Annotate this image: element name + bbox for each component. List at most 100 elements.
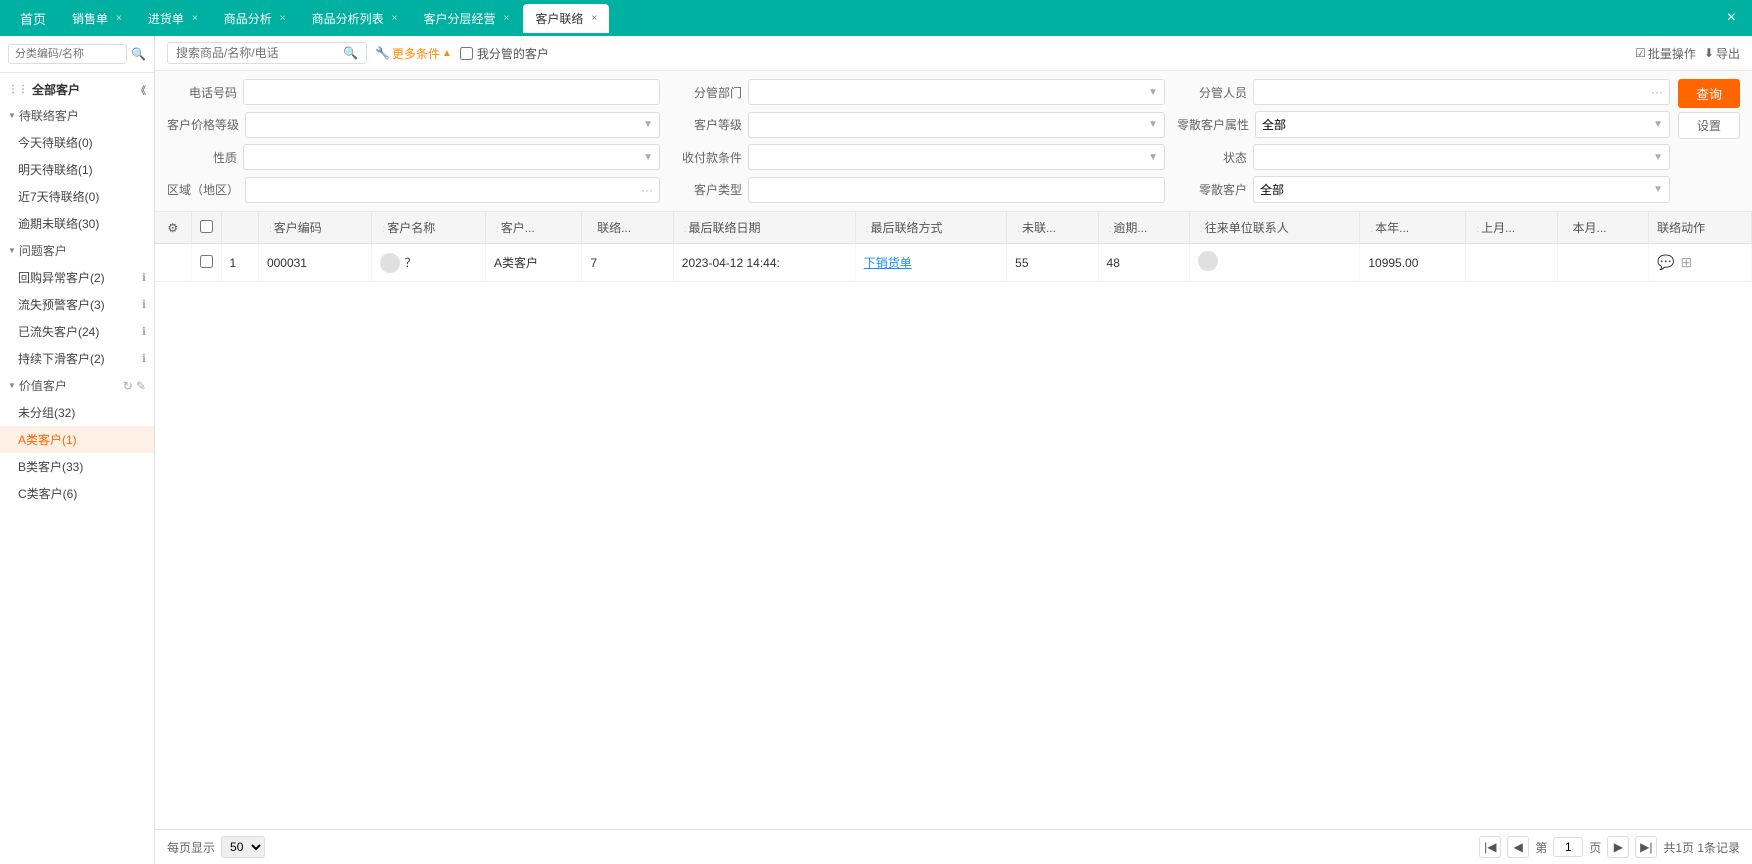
close-contact-tab[interactable]: × (591, 13, 597, 24)
avatar (380, 253, 400, 273)
price-level-select[interactable]: ▼ (245, 112, 660, 138)
close-sales-tab[interactable]: × (116, 13, 122, 24)
first-page-btn[interactable]: |◀ (1479, 836, 1501, 858)
sidebar-item-class-b[interactable]: B类客户(33) (0, 453, 154, 480)
sidebar-item-repurchase-abnormal[interactable]: 回购异常客户(2) ℹ (0, 264, 154, 291)
th-this-year[interactable]: :本年... (1360, 212, 1466, 244)
sidebar-search-input[interactable] (8, 44, 127, 64)
payment-select[interactable]: ▼ (748, 144, 1165, 170)
status-select[interactable]: ▼ (1253, 144, 1670, 170)
th-name[interactable]: :客户名称 (372, 212, 486, 244)
retail-attr-select[interactable]: 全部 ▼ (1255, 111, 1670, 138)
sidebar-item-today[interactable]: 今天待联络(0) (0, 129, 154, 156)
td-this-month (1557, 244, 1648, 282)
setting-button[interactable]: 设置 (1678, 112, 1740, 139)
customer-type-input[interactable] (748, 177, 1165, 203)
sidebar-item-overdue[interactable]: 逾期未联络(30) (0, 210, 154, 237)
close-purchase-tab[interactable]: × (192, 13, 198, 24)
close-all-tabs[interactable]: × (1719, 5, 1744, 31)
sidebar-item-declining[interactable]: 持续下滑客户(2) ℹ (0, 345, 154, 372)
my-customers-checkbox[interactable]: 我分管的客户 (460, 45, 549, 62)
group-problem-customers[interactable]: ▼ 问题客户 (0, 237, 154, 264)
table-area: ⚙ :客户编码 :客户名称 :客户... :联络... :最后联络日期 :最后联… (155, 212, 1752, 829)
nav-tab-customer-segment[interactable]: 客户分层经营 × (411, 4, 521, 33)
sidebar-item-tomorrow[interactable]: 明天待联络(1) (0, 156, 154, 183)
dept-select[interactable]: ▼ (748, 79, 1165, 105)
next-page-btn[interactable]: ▶ (1607, 836, 1629, 858)
my-customers-check[interactable] (460, 47, 473, 60)
row-checkbox[interactable] (200, 255, 213, 268)
filter-row-1: 电话号码 分管部门 ▼ 分管人员 (167, 79, 1670, 105)
filter-search-input[interactable] (176, 46, 339, 60)
filter-price-level: 客户价格等级 ▼ (167, 112, 660, 138)
th-last-contact-method[interactable]: :最后联络方式 (855, 212, 1006, 244)
filter-customer-type: 客户类型 (672, 177, 1165, 203)
qr-icon[interactable]: ⊞ (1681, 254, 1693, 271)
nav-tab-sales[interactable]: 销售单 × (60, 4, 134, 33)
more-conditions-btn[interactable]: 🔧 更多条件 ▲ (375, 45, 452, 62)
th-gear[interactable]: ⚙ (155, 212, 191, 244)
chat-icon[interactable]: 💬 (1657, 254, 1674, 271)
person-input[interactable]: ··· (1253, 79, 1670, 105)
td-check[interactable] (191, 244, 221, 282)
table-row: 1 000031 ？ A类客户 7 2023-04-12 14:44: (155, 244, 1752, 282)
th-last-contact-date[interactable]: :最后联络日期 (673, 212, 855, 244)
filter-customer-level: 客户等级 ▼ (672, 112, 1165, 138)
close-analysis-tab[interactable]: × (280, 13, 286, 24)
th-customer-type[interactable]: :客户... (485, 212, 581, 244)
filter-search-icon[interactable]: 🔍 (343, 46, 358, 60)
th-check[interactable] (191, 212, 221, 244)
th-code[interactable]: :客户编码 (258, 212, 372, 244)
sidebar-item-class-c[interactable]: C类客户(6) (0, 480, 154, 507)
sidebar-search-area: 🔍 (0, 36, 154, 73)
sidebar-collapse-btn[interactable]: 《 (136, 82, 146, 97)
th-this-month[interactable]: :本月... (1557, 212, 1648, 244)
filter-payment: 收付款条件 ▼ (672, 144, 1165, 170)
nav-tab-analysis[interactable]: 商品分析 × (212, 4, 298, 33)
sidebar-search-icon[interactable]: 🔍 (131, 47, 146, 61)
sidebar-item-unclassified[interactable]: 未分组(32) (0, 399, 154, 426)
th-last-month[interactable]: :上月... (1466, 212, 1557, 244)
group-value-customers[interactable]: ▼ 价值客户 ↻ ✎ (0, 372, 154, 399)
th-no-contact[interactable]: :未联... (1007, 212, 1098, 244)
th-unit-contact[interactable]: :往来单位联系人 (1189, 212, 1359, 244)
sidebar-item-7days[interactable]: 近7天待联络(0) (0, 183, 154, 210)
last-page-btn[interactable]: ▶| (1635, 836, 1657, 858)
td-last-contact-method[interactable]: 下销货单 (855, 244, 1006, 282)
nav-tab-purchase[interactable]: 进货单 × (136, 4, 210, 33)
td-customer-type: A类客户 (485, 244, 581, 282)
close-analysis-list-tab[interactable]: × (392, 13, 398, 24)
filter-dept: 分管部门 ▼ (672, 79, 1165, 105)
filter-phone: 电话号码 (167, 79, 660, 105)
customer-level-select[interactable]: ▼ (748, 112, 1165, 138)
info-icon-churned: ℹ (142, 325, 146, 338)
edit-icon[interactable]: ✎ (136, 379, 146, 393)
filter-actions: ☑ 批量操作 ⬇ 导出 (1635, 45, 1740, 62)
group-pending-contact[interactable]: ▼ 待联络客户 (0, 102, 154, 129)
page-number-input[interactable] (1553, 837, 1583, 857)
nature-select[interactable]: ▼ (243, 144, 660, 170)
region-input[interactable]: ··· (245, 177, 660, 203)
nav-tab-analysis-list[interactable]: 商品分析列表 × (300, 4, 410, 33)
phone-input[interactable] (243, 79, 660, 105)
query-button[interactable]: 查询 (1678, 79, 1740, 108)
nav-tab-customer-contact[interactable]: 客户联络 × (523, 4, 609, 33)
nav-home[interactable]: 首页 (8, 3, 58, 34)
retail-customer-select[interactable]: 全部 ▼ (1253, 176, 1670, 203)
th-overdue[interactable]: :逾期... (1098, 212, 1189, 244)
sidebar-item-churn-warning[interactable]: 流失预警客户(3) ℹ (0, 291, 154, 318)
sidebar-item-class-a[interactable]: A类客户(1) (0, 426, 154, 453)
sidebar-item-churned[interactable]: 已流失客户(24) ℹ (0, 318, 154, 345)
page-size-selector: 每页显示 50 (167, 836, 265, 858)
td-last-month (1466, 244, 1557, 282)
per-page-select[interactable]: 50 (221, 836, 265, 858)
close-segment-tab[interactable]: × (503, 13, 509, 24)
select-all-checkbox[interactable] (200, 220, 213, 233)
prev-page-btn[interactable]: ◀ (1507, 836, 1529, 858)
refresh-icon[interactable]: ↻ (123, 379, 133, 393)
th-contact[interactable]: :联络... (582, 212, 673, 244)
filter-row-2: 客户价格等级 ▼ 客户等级 ▼ (167, 111, 1670, 138)
all-customers-title: ⋮⋮ 全部客户 《 (0, 73, 154, 102)
export-btn[interactable]: ⬇ 导出 (1704, 45, 1740, 62)
batch-op-btn[interactable]: ☑ 批量操作 (1635, 45, 1696, 62)
